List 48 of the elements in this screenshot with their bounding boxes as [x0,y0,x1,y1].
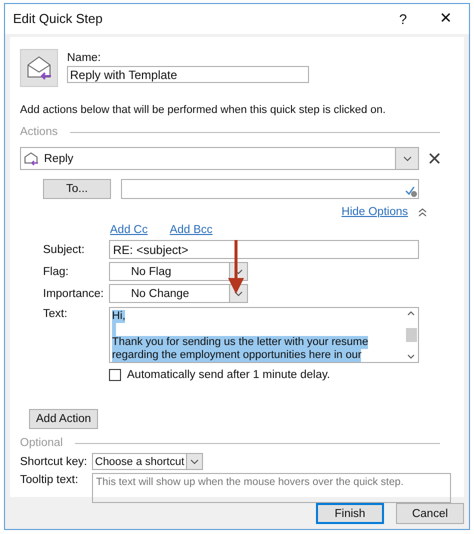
select-dropdown[interactable]: No Change [109,284,248,303]
chevron-down-icon [190,458,199,464]
shortcut-dropdown[interactable]: Choose a shortcut [92,453,203,470]
hide-options-link[interactable]: Hide Options [342,205,408,219]
tooltip-field[interactable]: This text will show up when the mouse hovers over the quick step. [92,473,451,503]
dialog-button[interactable]: Finish [316,503,384,524]
down-arrow-annotation [227,240,245,295]
field-label: Importance: [43,286,105,300]
select-value: No Change [130,286,190,300]
subject-field[interactable]: RE: <subject> [109,240,419,259]
collapse-icon [418,208,427,216]
close-button[interactable]: ✕ [423,4,469,34]
scroll-up-icon[interactable] [407,311,415,316]
dropdown-arrow-button[interactable] [395,148,418,169]
dialog-button[interactable]: Cancel [396,503,464,524]
name-label: Name: [67,51,102,65]
add-cc-link[interactable]: Add Cc [110,223,148,237]
tooltip-text-label: Tooltip text: [20,473,80,488]
reply-envelope-icon [25,54,53,82]
description-text: Add actions below that will be performed when this quick step is clicked on. [20,103,387,117]
remove-action-button[interactable]: ✕ [427,150,442,168]
window-title: Edit Quick Step [13,12,104,26]
help-button[interactable]: ? [383,4,423,34]
add-bcc-link[interactable]: Add Bcc [170,223,213,237]
quick-step-icon-button[interactable] [20,49,58,87]
message-text-area[interactable]: Hi, Thank you for sending us the letter with your resume regarding the employment opportunities here in our [109,307,419,363]
action-value: Reply [44,152,74,166]
chevron-down-icon [402,156,412,162]
actions-legend: Actions [20,125,58,139]
scroll-down-icon[interactable] [407,354,415,359]
auto-send-checkbox[interactable] [109,369,121,381]
shortcut-value: Choose a shortcut [94,454,186,468]
select-dropdown[interactable]: No Flag [109,262,248,281]
action-dropdown[interactable]: Reply [20,147,419,170]
name-field[interactable]: Reply with Template [67,66,309,83]
chevron-down-icon [234,290,243,296]
to-button[interactable]: To... [43,179,111,199]
add-action-button[interactable]: Add Action [29,409,98,429]
to-field[interactable] [121,179,419,199]
select-value: No Flag [130,264,172,278]
field-label: Flag: [43,264,70,278]
shortcut-key-label: Shortcut key: [20,454,88,468]
address-check-icon [404,184,418,198]
text-label: Text: [43,307,68,322]
auto-send-label: Automatically send after 1 minute delay. [127,368,330,382]
field-label: Subject: [43,242,86,256]
optional-legend: Optional [20,436,63,450]
reply-icon [24,152,40,166]
